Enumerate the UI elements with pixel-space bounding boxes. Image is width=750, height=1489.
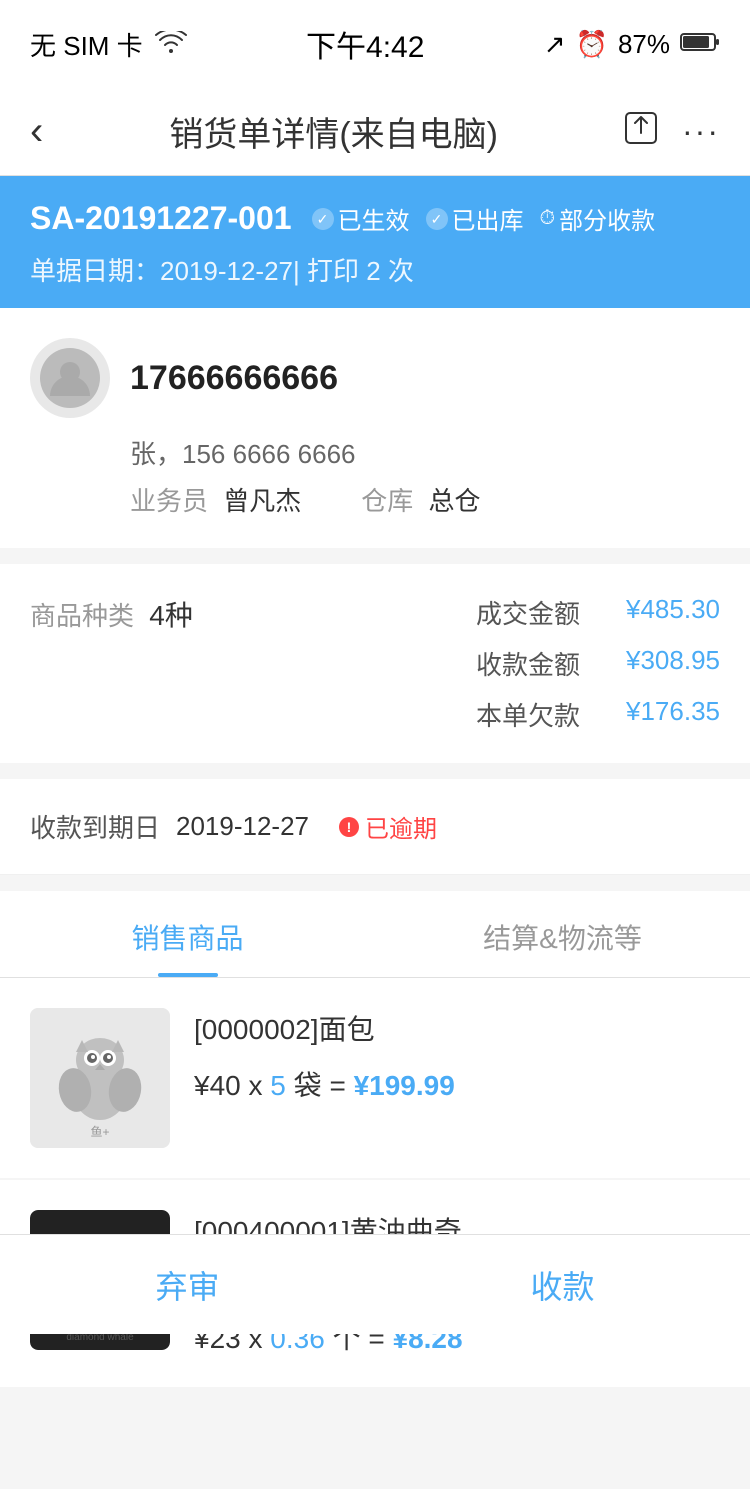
order-id: SA-20191227-001	[30, 200, 292, 237]
due-date-section: 收款到期日 2019-12-27 ! 已逾期	[0, 779, 750, 875]
transaction-value: ¥485.30	[600, 594, 720, 631]
avatar-icon	[40, 348, 100, 408]
due-date-label: 收款到期日	[30, 808, 160, 845]
status-tag-shipped: ✓ 已出库	[426, 201, 524, 236]
battery-icon	[680, 29, 720, 60]
overdue-badge: ! 已逾期	[325, 805, 451, 848]
total-1: ¥199.99	[354, 1070, 455, 1101]
warehouse-field: 仓库 总仓	[361, 481, 480, 518]
product-item: 鱼+ [0000002]面包 ¥40 x 5 袋 = ¥199.99	[0, 978, 750, 1178]
tabs-section: 销售商品 结算&物流等	[0, 891, 750, 978]
type-label: 商品种类	[30, 601, 134, 631]
owed-row: 本单欠款 ¥176.35	[476, 696, 720, 733]
tab-settlement[interactable]: 结算&物流等	[375, 891, 750, 977]
status-left: 无 SIM 卡	[30, 26, 187, 63]
multiply-1: x	[249, 1070, 271, 1101]
collect-payment-button[interactable]: 收款	[375, 1235, 750, 1334]
stats-left: 商品种类 4种	[30, 594, 193, 634]
bottom-bar: 弃审 收款	[0, 1234, 750, 1334]
battery-text: 87%	[618, 29, 670, 60]
nav-actions: ···	[624, 111, 720, 152]
customer-name: 17666666666	[130, 359, 338, 398]
status-right: ↗ ⏰ 87%	[544, 29, 720, 60]
share-icon[interactable]	[624, 111, 658, 152]
salesperson-label: 业务员	[130, 486, 208, 516]
warehouse-label: 仓库	[361, 486, 413, 516]
clock-icon: ⏱	[540, 207, 556, 230]
due-date-value: 2019-12-27	[176, 811, 309, 842]
nav-bar: ‹ 销货单详情(来自电脑) ···	[0, 88, 750, 176]
wifi-icon	[155, 29, 187, 60]
status-tags: ✓ 已生效 ✓ 已出库 ⏱ 部分收款	[312, 201, 656, 236]
alarm-icon: ⏰	[576, 29, 608, 60]
customer-section: 17666666666 张，156 6666 6666 业务员 曾凡杰 仓库 总…	[0, 308, 750, 548]
salesperson-field: 业务员 曾凡杰	[130, 481, 301, 518]
carrier-text: 无 SIM 卡	[30, 26, 143, 63]
product-name-1: [0000002]面包	[194, 1008, 720, 1048]
back-button[interactable]: ‹	[30, 109, 43, 154]
warehouse-value: 总仓	[429, 486, 481, 516]
qty-1: 5	[270, 1070, 286, 1101]
check-icon-1: ✓	[312, 208, 334, 230]
owed-value: ¥176.35	[600, 696, 720, 733]
equals-1: =	[329, 1070, 353, 1101]
page-title: 销货单详情(来自电脑)	[169, 107, 498, 156]
location-icon: ↗	[544, 29, 566, 60]
owed-label: 本单欠款	[476, 696, 580, 733]
unit-1: 袋	[294, 1070, 322, 1101]
status-tag-partial: ⏱ 部分收款	[540, 201, 656, 236]
overdue-text: 已逾期	[365, 809, 437, 844]
collected-value: ¥308.95	[600, 645, 720, 682]
svg-text:鱼+: 鱼+	[90, 1125, 109, 1139]
collected-row: 收款金额 ¥308.95	[476, 645, 720, 682]
order-header-banner: SA-20191227-001 ✓ 已生效 ✓ 已出库 ⏱ 部分收款 单据日期：…	[0, 176, 750, 308]
check-icon-2: ✓	[426, 208, 448, 230]
collected-label: 收款金额	[476, 645, 580, 682]
unit-price-1: ¥40	[194, 1070, 241, 1101]
product-image-1: 鱼+	[30, 1008, 170, 1148]
stats-section: 商品种类 4种 成交金额 ¥485.30 收款金额 ¥308.95 本单欠款 ¥…	[0, 564, 750, 763]
transaction-row: 成交金额 ¥485.30	[476, 594, 720, 631]
cancel-review-button[interactable]: 弃审	[0, 1235, 375, 1334]
status-bar: 无 SIM 卡 下午4:42 ↗ ⏰ 87%	[0, 0, 750, 88]
product-info-1: [0000002]面包 ¥40 x 5 袋 = ¥199.99	[194, 1008, 720, 1104]
avatar	[30, 338, 110, 418]
status-time: 下午4:42	[306, 22, 424, 66]
customer-contact: 张，156 6666 6666	[30, 434, 720, 471]
transaction-label: 成交金额	[476, 594, 580, 631]
order-date-row: 单据日期：2019-12-27| 打印 2 次	[30, 251, 720, 288]
salesperson-value: 曾凡杰	[223, 486, 301, 516]
overdue-icon: !	[339, 817, 359, 837]
more-button[interactable]: ···	[682, 113, 720, 150]
customer-row: 17666666666	[30, 338, 720, 418]
product-price-1: ¥40 x 5 袋 = ¥199.99	[194, 1064, 720, 1104]
order-id-row: SA-20191227-001 ✓ 已生效 ✓ 已出库 ⏱ 部分收款	[30, 200, 720, 237]
status-tag-effective: ✓ 已生效	[312, 201, 410, 236]
type-count: 4种	[149, 600, 193, 631]
customer-meta: 业务员 曾凡杰 仓库 总仓	[30, 481, 720, 518]
tab-sales-products[interactable]: 销售商品	[0, 891, 375, 977]
stats-right: 成交金额 ¥485.30 收款金额 ¥308.95 本单欠款 ¥176.35	[476, 594, 720, 733]
